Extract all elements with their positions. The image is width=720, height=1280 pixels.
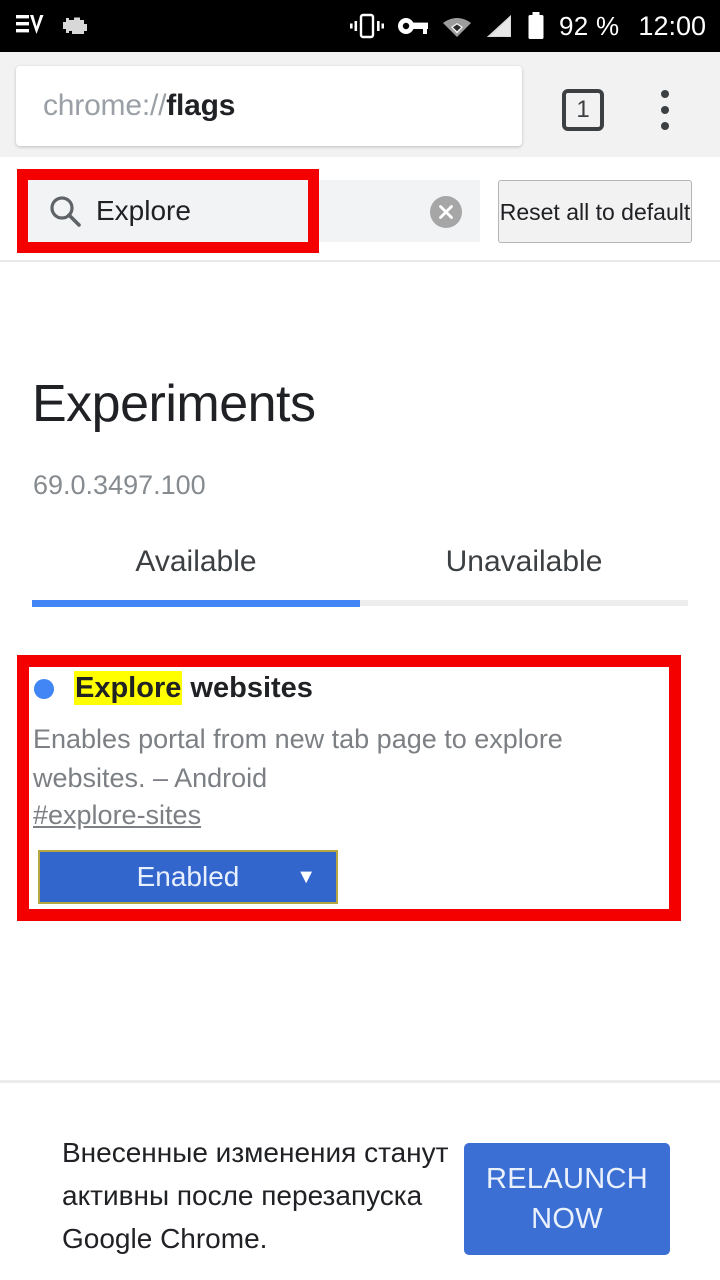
omnibox-url-text: chrome://flags [43,89,235,123]
reset-all-to-default-button[interactable]: Reset all to default [498,180,692,243]
battery-percent-label: 92 % [558,10,620,41]
modified-flag-dot-icon [34,678,54,699]
status-bar-left-icons [16,13,90,39]
chrome-version-label: 69.0.3497.100 [33,470,206,500]
flag-title-row: Explore websites [34,671,313,705]
vibrate-icon [349,13,384,39]
page-title: Experiments [32,375,316,433]
tab-counter-button[interactable]: 1 [562,89,604,131]
search-input-value: Explore [96,195,191,226]
status-bar: 92 % 12:00 [0,0,720,52]
status-bar-right-icons: 92 % 12:00 [349,0,706,52]
wifi-icon [442,14,472,38]
flag-title: Explore websites [74,671,313,705]
search-input[interactable]: Explore [28,180,308,242]
tab-unavailable[interactable]: Unavailable [360,532,688,592]
omnibox-url-bar[interactable]: chrome://flags [16,66,522,146]
menu-dot [661,90,669,98]
flag-anchor-link[interactable]: #explore-sites [33,800,201,831]
menu-dot [661,122,669,130]
tab-available[interactable]: Available [32,532,360,592]
vpn-key-icon [397,15,429,37]
status-bar-clock: 12:00 [638,10,706,41]
tab-counter-label: 1 [576,96,590,123]
chevron-down-icon: ▼ [296,866,316,888]
flag-title-rest: websites [182,672,313,704]
search-match-highlight: Explore [74,671,183,705]
email-sign-icon [16,13,46,39]
tab-selected-indicator [32,600,360,607]
flag-description: Enables portal from new tab page to expl… [33,724,563,793]
url-scheme: chrome:// [43,89,167,122]
battery-icon [526,12,546,40]
flags-page-content: Experiments 69.0.3497.100 Available Unav… [0,264,720,1080]
relaunch-bar: Внесенные изменения станут активны после… [0,1080,720,1280]
url-host: flags [166,89,236,122]
browser-toolbar: chrome://flags 1 [0,52,720,157]
three-dot-menu-icon[interactable] [650,88,680,132]
menu-dot [661,106,669,114]
flag-state-select[interactable]: Enabled ▼ [38,850,338,904]
flag-item-explore-sites: Explore websites Enables portal from new… [28,660,670,905]
close-circle-icon[interactable] [430,196,462,228]
relaunch-now-button[interactable]: RELAUNCH NOW [464,1143,670,1255]
search-icon [48,194,82,228]
cellular-signal-icon [485,14,513,38]
check-engine-icon [60,14,90,38]
flag-state-selected-value: Enabled [136,861,240,892]
relaunch-message: Внесенные изменения станут активны после… [62,1137,449,1254]
flags-tabs: Available Unavailable [32,532,688,614]
